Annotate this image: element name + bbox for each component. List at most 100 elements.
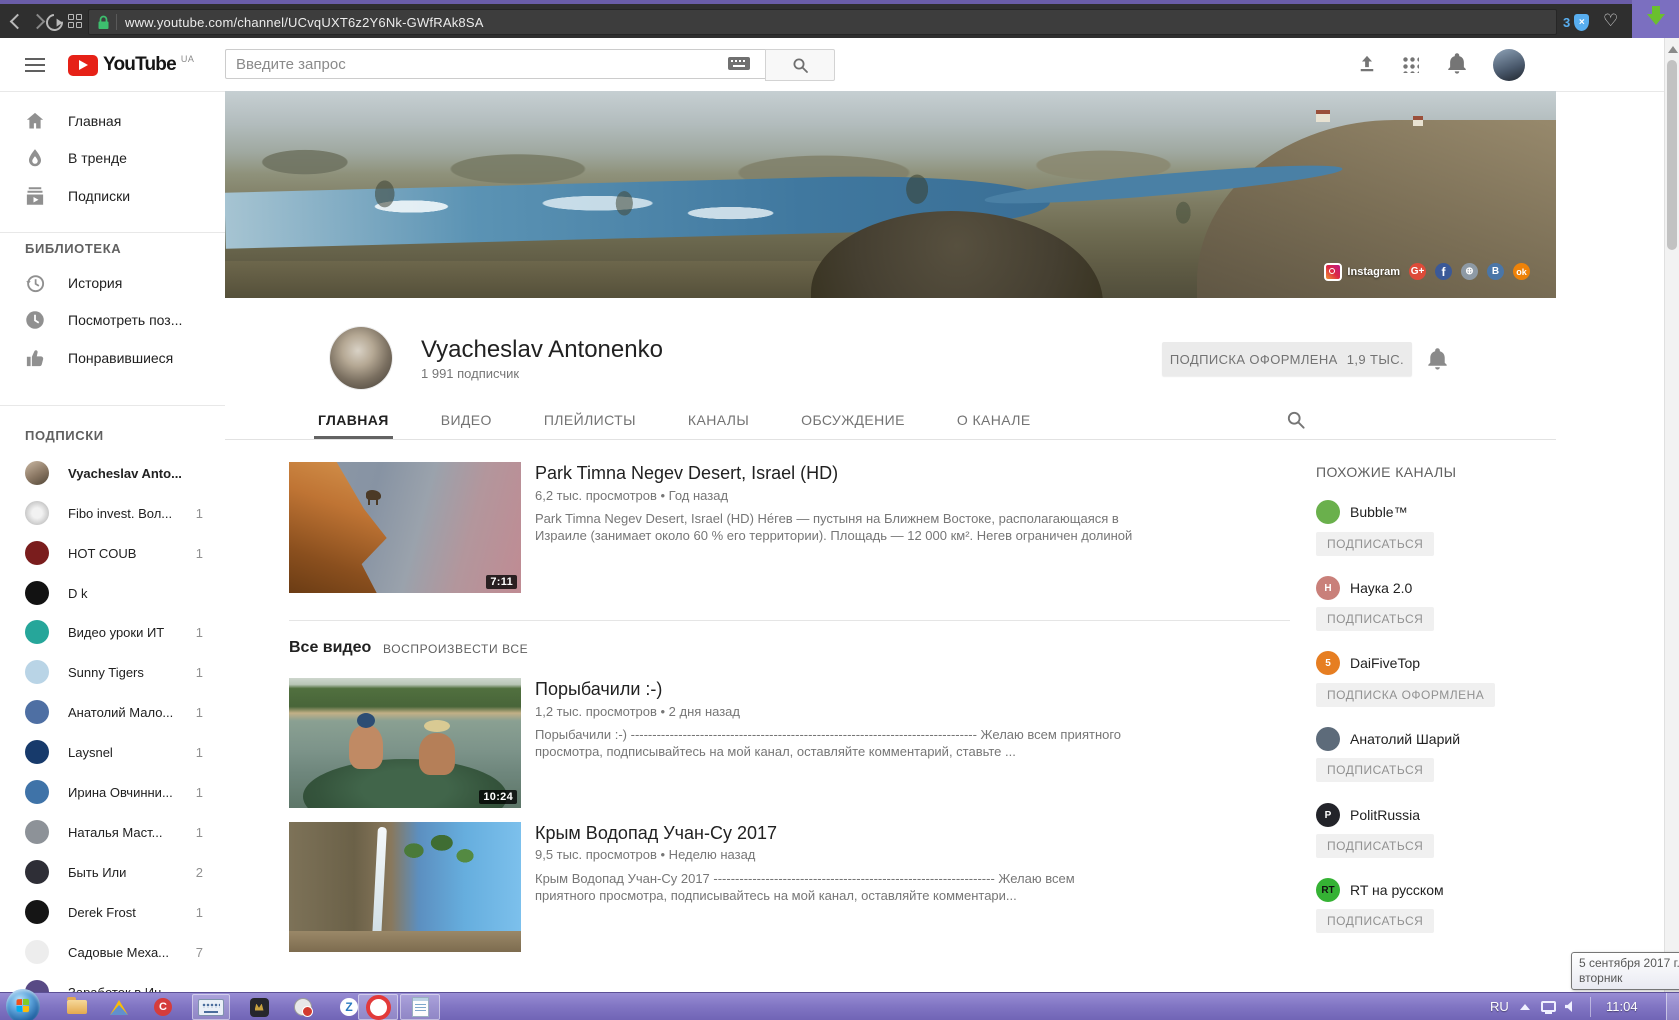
subscribed-button[interactable]: ПОДПИСКА ОФОРМЛЕНА [1316,683,1496,707]
subscribe-button[interactable]: ПОДПИСАТЬСЯ [1316,834,1435,858]
watch-later-icon [25,310,45,330]
channel-avatar [25,780,49,804]
facebook-icon[interactable]: f [1435,263,1452,281]
show-desktop-button[interactable] [1666,993,1679,1020]
notepad-taskbar-button[interactable] [400,994,440,1020]
google-plus-icon[interactable]: G+ [1409,263,1426,281]
clock[interactable]: 11:04 [1606,999,1638,1014]
channel-tabs: ГЛАВНАЯ ВИДЕО ПЛЕЙЛИСТЫ КАНАЛЫ ОБСУЖДЕНИ… [225,400,1556,440]
sidebar-subscription-item[interactable]: Vyacheslav Anto... [0,453,225,493]
avatar-initial: Р [1324,809,1332,821]
channel-name: Fibo invest. Вол... [68,505,173,521]
sidebar-subscription-item[interactable]: Derek Frost 1 [0,892,225,932]
url-text[interactable]: www.youtube.com/channel/UCvqUXT6z2Y6Nk-G… [125,15,484,30]
sidebar-subscription-item[interactable]: Наталья Маст... 1 [0,812,225,852]
sidebar-subscription-item[interactable]: Ирина Овчинни... 1 [0,772,225,812]
sidebar-subscription-item[interactable]: D k [0,573,225,613]
explorer-icon[interactable] [66,996,88,1018]
subscribed-button[interactable]: ПОДПИСКА ОФОРМЛЕНА 1,9 ТЫС. [1162,342,1412,376]
featured-video-title[interactable]: Park Timna Negev Desert, Israel (HD) [535,463,838,484]
channel-new-count: 1 [195,784,203,800]
ok-icon[interactable]: ok [1513,263,1530,281]
search-input[interactable] [225,49,795,79]
tab-playlists[interactable]: ПЛЕЙЛИСТЫ [544,400,636,439]
network-icon[interactable] [1541,1001,1556,1014]
subscribe-button[interactable]: ПОДПИСАТЬСЯ [1316,607,1435,631]
speed-dial-icon[interactable] [68,14,82,28]
featured-video-thumbnail[interactable]: 7:11 [289,462,521,593]
clock-tooltip: 5 сентября 2017 г. вторник [1571,952,1679,990]
account-avatar[interactable] [1493,49,1525,81]
video-thumbnail[interactable] [289,822,521,952]
address-bar[interactable]: www.youtube.com/channel/UCvqUXT6z2Y6Nk-G… [88,9,1557,35]
related-channel[interactable]: 5 DaiFiveTop [1316,651,1420,675]
upload-icon[interactable] [1357,54,1377,74]
play-all-link[interactable]: ВОСПРОИЗВЕСТИ ВСЕ [383,642,528,656]
sidebar-subscription-item[interactable]: Fibo invest. Вол... 1 [0,493,225,533]
scheduler-icon[interactable] [292,996,314,1018]
search-button[interactable] [765,49,835,81]
download-extension-button[interactable] [1632,0,1679,38]
world-of-tanks-icon[interactable] [248,996,270,1018]
video-thumbnail[interactable]: 10:24 [289,678,521,808]
channel-bell-icon[interactable] [1427,348,1448,371]
menu-icon[interactable] [25,58,45,72]
drive-icon[interactable] [108,996,130,1018]
tab-channels[interactable]: КАНАЛЫ [688,400,749,439]
sidebar-item-liked[interactable]: Понравившиеся [0,339,225,377]
ccleaner-icon[interactable]: C [152,996,174,1018]
tray-expand-icon[interactable] [1520,1004,1530,1010]
channel-banner[interactable]: Instagram G+ f ⊕ В ok [225,91,1556,298]
sidebar-subscription-item[interactable]: Sunny Tigers 1 [0,652,225,692]
related-channel[interactable]: Анатолий Шарий [1316,727,1460,751]
website-globe-icon[interactable]: ⊕ [1461,263,1478,281]
sidebar-item-home[interactable]: Главная [0,102,225,140]
apps-grid-icon[interactable] [1401,55,1419,73]
video-title[interactable]: Крым Водопад Учан-Су 2017 [535,823,777,844]
reload-icon[interactable] [42,10,67,35]
adblock-badge[interactable]: 3 × [1563,14,1590,31]
subscribe-button[interactable]: ПОДПИСАТЬСЯ [1316,532,1435,556]
video-description-line1: Крым Водопад Учан-Су 2017 --------------… [535,871,1075,886]
youtube-logo[interactable]: YouTube UA [68,54,194,76]
sidebar-subscription-item[interactable]: Laysnel 1 [0,732,225,772]
instagram-link[interactable]: Instagram [1324,262,1400,281]
tab-home[interactable]: ГЛАВНАЯ [314,400,393,439]
tab-videos[interactable]: ВИДЕО [441,400,492,439]
back-icon[interactable] [9,13,26,30]
language-indicator[interactable]: RU [1490,999,1509,1014]
scroll-up-arrow-icon[interactable] [1668,46,1678,53]
sidebar-item-trending[interactable]: В тренде [0,139,225,177]
page-scrollbar[interactable] [1664,38,1679,992]
channel-search-icon[interactable] [1286,410,1306,430]
zona-icon[interactable]: Z [338,996,360,1018]
sidebar-subscription-item[interactable]: HOT COUB 1 [0,533,225,573]
sidebar-item-history[interactable]: История [0,264,225,302]
related-channel[interactable]: Р PolitRussia [1316,803,1420,827]
related-channel[interactable]: Bubble™ [1316,500,1408,524]
forward-icon[interactable] [29,13,46,30]
subscribe-button[interactable]: ПОДПИСАТЬСЯ [1316,758,1435,782]
bookmark-heart-icon[interactable]: ♡ [1603,12,1618,29]
tab-about[interactable]: О КАНАЛЕ [957,400,1031,439]
keyboard-icon[interactable] [728,57,750,70]
opera-taskbar-button[interactable] [358,994,398,1020]
related-channel[interactable]: Н Наука 2.0 [1316,576,1412,600]
volume-icon[interactable] [1565,1001,1572,1012]
scrollbar-thumb[interactable] [1667,60,1677,250]
sidebar-subscription-item[interactable]: Анатолий Мало... 1 [0,692,225,732]
sidebar-subscription-item[interactable]: Видео уроки ИТ 1 [0,612,225,652]
start-button[interactable] [6,989,40,1020]
sidebar-subscription-item[interactable]: Садовые Меха... 7 [0,932,225,972]
related-channel[interactable]: RT RT на русском [1316,878,1444,902]
video-title[interactable]: Порыбачили :-) [535,679,662,700]
channel-avatar-large[interactable] [330,327,392,389]
onscreen-keyboard-button[interactable] [192,994,230,1020]
sidebar-item-watch-later[interactable]: Посмотреть поз... [0,301,225,339]
vk-icon[interactable]: В [1487,263,1504,281]
subscribe-button[interactable]: ПОДПИСАТЬСЯ [1316,909,1435,933]
sidebar-subscription-item[interactable]: Быть Или 2 [0,852,225,892]
sidebar-item-subscriptions[interactable]: Подписки [0,177,225,215]
tab-discussion[interactable]: ОБСУЖДЕНИЕ [801,400,905,439]
notifications-bell-icon[interactable] [1447,53,1467,75]
